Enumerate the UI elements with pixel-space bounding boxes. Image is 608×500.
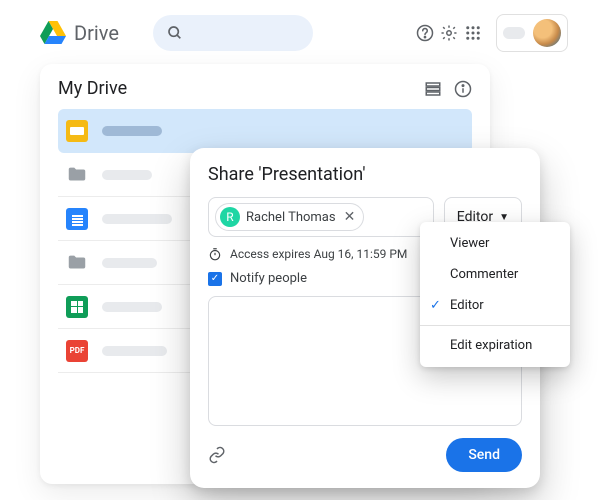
folder-icon — [66, 164, 88, 186]
gear-icon[interactable] — [440, 24, 458, 42]
slides-icon — [66, 120, 88, 142]
expiry-text: Access expires Aug 16, 11:59 PM — [230, 247, 407, 261]
timer-icon — [208, 247, 222, 261]
notify-checkbox[interactable]: ✓ — [208, 272, 222, 286]
sheets-icon — [66, 296, 88, 318]
role-option-editor[interactable]: Editor — [420, 290, 570, 321]
role-option-commenter[interactable]: Commenter — [420, 259, 570, 290]
app-header: Drive — [0, 0, 608, 62]
dropdown-divider — [420, 325, 570, 326]
people-input[interactable]: R Rachel Thomas ✕ — [208, 197, 434, 237]
role-option-viewer[interactable]: Viewer — [420, 228, 570, 259]
avatar — [533, 19, 561, 47]
apps-icon[interactable] — [464, 24, 482, 42]
send-button[interactable]: Send — [446, 438, 522, 472]
docs-icon — [66, 208, 88, 230]
file-row-presentation[interactable] — [58, 109, 472, 153]
account-label-placeholder — [503, 27, 525, 39]
person-chip[interactable]: R Rachel Thomas ✕ — [215, 203, 364, 231]
account-switcher[interactable] — [496, 14, 568, 52]
file-name-placeholder — [102, 170, 152, 180]
help-icon[interactable] — [416, 24, 434, 42]
folder-icon — [66, 252, 88, 274]
file-name-placeholder — [102, 302, 162, 312]
chip-remove-icon[interactable]: ✕ — [344, 209, 356, 225]
search-input[interactable] — [153, 15, 313, 51]
product-name: Drive — [74, 21, 119, 45]
person-avatar: R — [220, 207, 240, 227]
window-header: My Drive — [58, 78, 472, 99]
page-title: My Drive — [58, 78, 127, 99]
drive-logo[interactable]: Drive — [40, 21, 119, 45]
role-dropdown-menu: Viewer Commenter Editor Edit expiration — [420, 222, 570, 367]
pdf-icon: PDF — [66, 340, 88, 362]
list-view-icon[interactable] — [424, 80, 442, 98]
file-name-placeholder — [102, 214, 172, 224]
edit-expiration-option[interactable]: Edit expiration — [420, 330, 570, 361]
file-name-placeholder — [102, 346, 167, 356]
copy-link-icon[interactable] — [208, 446, 226, 464]
chevron-down-icon: ▼ — [499, 212, 509, 223]
header-actions — [416, 14, 568, 52]
share-title: Share 'Presentation' — [208, 164, 522, 185]
person-name: Rachel Thomas — [246, 210, 336, 225]
file-name-placeholder — [102, 126, 162, 136]
drive-icon — [40, 21, 66, 45]
notify-label: Notify people — [230, 271, 307, 286]
search-icon — [167, 25, 183, 41]
info-icon[interactable] — [454, 80, 472, 98]
file-name-placeholder — [102, 258, 157, 268]
